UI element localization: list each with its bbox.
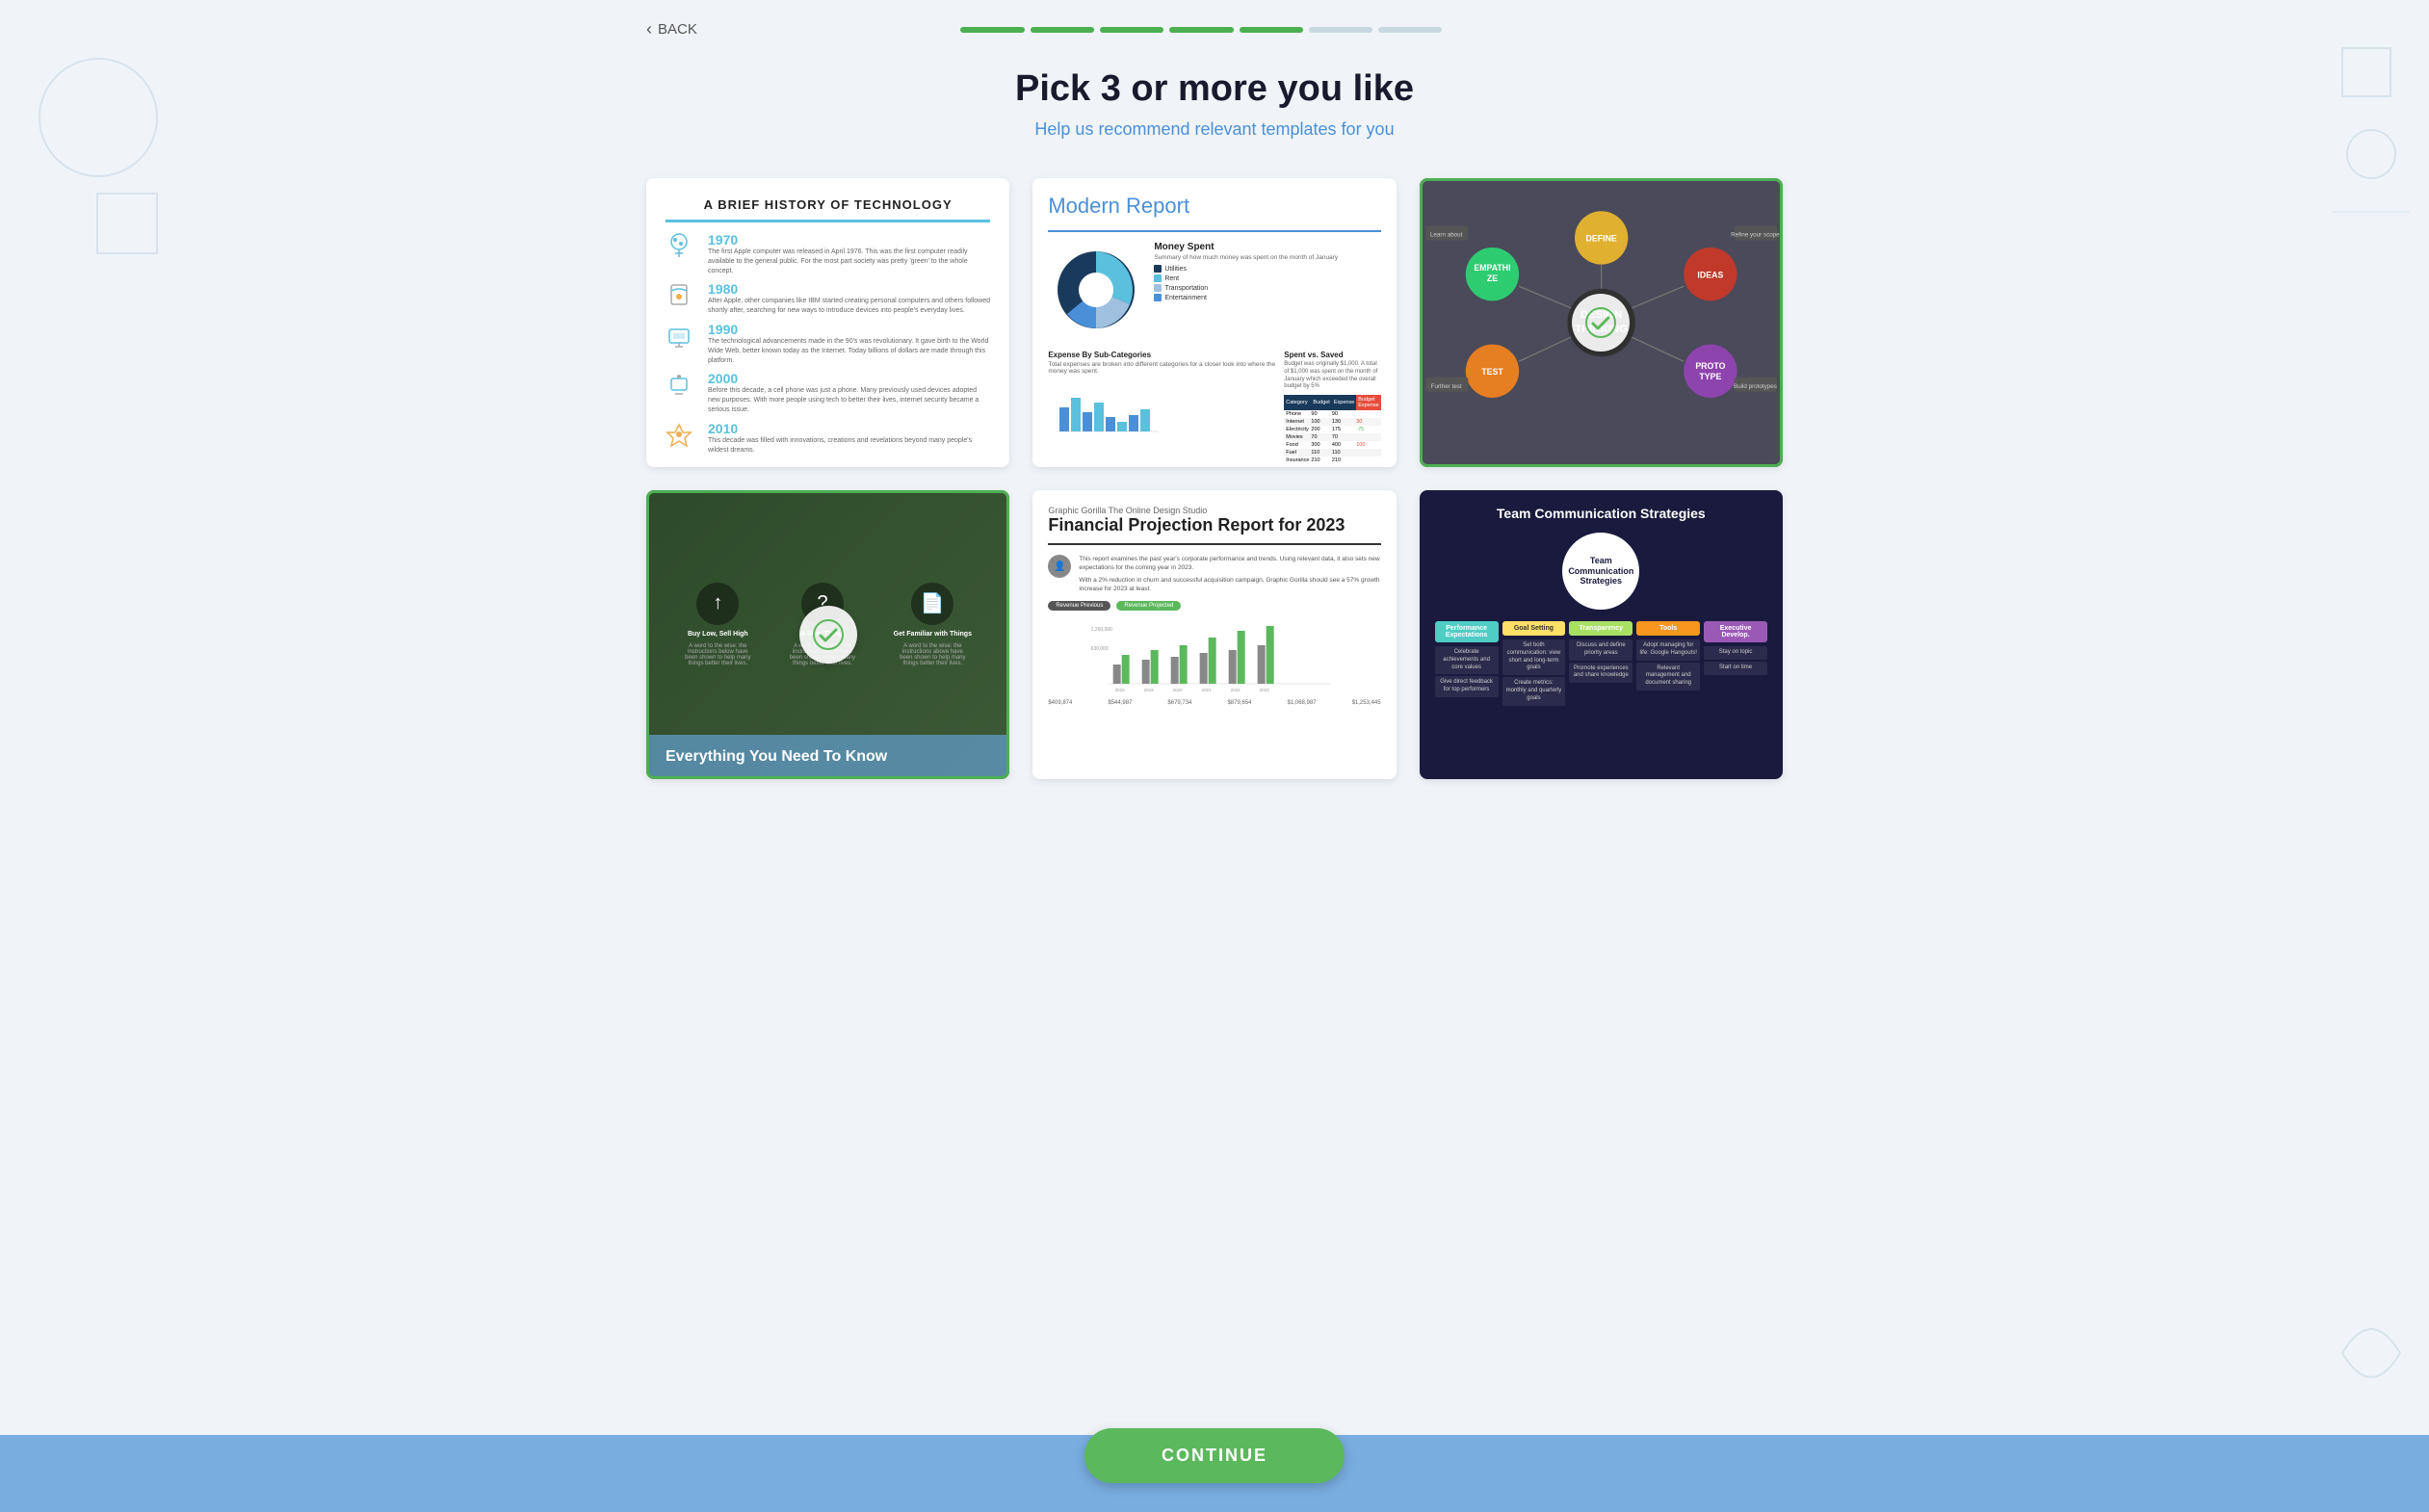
financial-studio: Graphic Gorilla The Online Design Studio — [1048, 506, 1380, 515]
team-col-item-1-0: Set both communication: view short and l… — [1502, 639, 1566, 675]
financial-title: Financial Projection Report for 2023 — [1048, 515, 1380, 535]
svg-text:2020: 2020 — [1173, 688, 1184, 692]
template-card-history[interactable]: A Brief History of Technology 1970 — [646, 178, 1009, 467]
team-col-header-4: Executive Develop. — [1704, 621, 1767, 642]
svg-text:Refine your scope: Refine your scope — [1731, 232, 1780, 239]
team-col-item-2-0: Discuss and define priority areas — [1569, 639, 1632, 661]
template-card-tips[interactable]: ↑ Buy Low, Sell High A word to the wise:… — [646, 490, 1009, 779]
continue-button-wrapper: CONTINUE — [1084, 1428, 1345, 1483]
back-label: BACK — [658, 21, 697, 38]
svg-text:EMPATHI: EMPATHI — [1474, 263, 1510, 273]
history-text-1980: After Apple, other companies like IBM st… — [708, 297, 990, 316]
template-grid: A Brief History of Technology 1970 — [646, 178, 1783, 779]
team-comm-title: Team Communication Strategies — [1435, 506, 1767, 521]
svg-text:2018: 2018 — [1115, 688, 1126, 692]
history-text-2000: Before this decade, a cell phone was jus… — [708, 386, 990, 414]
team-col-item-2-1: Promote experiences and share knowledge — [1569, 663, 1632, 684]
svg-text:2019: 2019 — [1144, 688, 1155, 692]
progress-segment-6 — [1378, 27, 1442, 33]
progress-segment-3 — [1169, 27, 1233, 33]
progress-segment-1 — [1031, 27, 1094, 33]
team-col-item-0-1: Give direct feedback for top performers — [1435, 676, 1499, 697]
svg-text:TYPE: TYPE — [1699, 372, 1721, 381]
page-title: Pick 3 or more you like — [646, 68, 1783, 110]
svg-text:Build prototypes: Build prototypes — [1734, 383, 1777, 390]
team-col-header-2: Transparency — [1569, 621, 1632, 636]
history-text-1990: The technological advancements made in t… — [708, 337, 990, 365]
template-card-team-comm[interactable]: Team Communication Strategies TeamCommun… — [1420, 490, 1783, 779]
team-col-1: Goal Setting Set both communication: view… — [1502, 621, 1566, 708]
svg-text:PROTO: PROTO — [1695, 361, 1725, 371]
card-history-title: A Brief History of Technology — [666, 197, 990, 222]
svg-text:1,260,000: 1,260,000 — [1091, 627, 1112, 633]
deco-shape-bottom-right — [2333, 1295, 2410, 1416]
svg-text:ZE: ZE — [1487, 274, 1498, 283]
team-col-item-4-1: Start on time — [1704, 662, 1767, 675]
continue-button[interactable]: CONTINUE — [1084, 1428, 1345, 1483]
team-col-0: Performance Expectations Celebrate achiev… — [1435, 621, 1499, 708]
history-text-1970: The first Apple computer was released in… — [708, 248, 990, 275]
team-col-item-0-0: Celebrate achievements and core values — [1435, 646, 1499, 674]
selected-check-overlay — [1572, 294, 1630, 352]
page-subtitle: Help us recommend relevant templates for… — [646, 119, 1783, 140]
back-arrow-icon: ‹ — [646, 19, 652, 39]
team-col-item-3-1: Relevant management and document sharing — [1636, 663, 1700, 691]
svg-text:2021: 2021 — [1202, 688, 1213, 692]
tips-selected-check — [799, 606, 857, 664]
history-text-2010: This decade was filled with innovations,… — [708, 436, 990, 456]
deco-shape-top-right — [2333, 39, 2410, 236]
progress-segment-4 — [1240, 27, 1303, 33]
team-col-item-1-1: Create metrics: monthly and quarterly go… — [1502, 677, 1566, 705]
team-col-header-3: Tools — [1636, 621, 1700, 636]
team-col-header-1: Goal Setting — [1502, 621, 1566, 636]
team-col-header-0: Performance Expectations — [1435, 621, 1499, 642]
svg-text:Learn about: Learn about — [1430, 232, 1463, 239]
svg-text:TEST: TEST — [1481, 367, 1503, 377]
progress-segment-2 — [1100, 27, 1163, 33]
team-col-item-3-0: Adopt managing for life: Google Hangouts… — [1636, 639, 1700, 661]
team-col-2: Transparency Discuss and define priority … — [1569, 621, 1632, 708]
team-col-3: Tools Adopt managing for life: Google Han… — [1636, 621, 1700, 708]
back-button[interactable]: ‹ BACK — [646, 19, 697, 39]
svg-text:2023: 2023 — [1260, 688, 1270, 692]
tips-card-title: Everything You Need To Know — [666, 748, 990, 766]
progress-bar — [960, 27, 1442, 33]
progress-segment-0 — [960, 27, 1024, 33]
team-col-4: Executive Develop. Stay on topic Start on … — [1704, 621, 1767, 708]
template-card-modern-report[interactable]: Modern Report — [1032, 178, 1396, 467]
page-header: Pick 3 or more you like Help us recommen… — [646, 68, 1783, 140]
team-col-item-4-0: Stay on topic — [1704, 646, 1767, 660]
svg-text:2022: 2022 — [1231, 688, 1241, 692]
progress-segment-5 — [1309, 27, 1372, 33]
template-card-design-thinking[interactable]: DESIGN THINKING EMPATHI ZE TEST DEFINE I… — [1420, 178, 1783, 467]
svg-text:IDEAS: IDEAS — [1697, 270, 1723, 279]
svg-text:DEFINE: DEFINE — [1585, 234, 1616, 244]
top-bar: ‹ BACK — [646, 19, 1783, 39]
team-center-circle: TeamCommunicationStrategies — [1562, 533, 1639, 610]
modern-report-title: Modern Report — [1048, 194, 1380, 219]
svg-text:630,000: 630,000 — [1091, 646, 1109, 652]
svg-text:Further test: Further test — [1430, 383, 1461, 390]
template-card-financial[interactable]: Graphic Gorilla The Online Design Studio… — [1032, 490, 1396, 779]
